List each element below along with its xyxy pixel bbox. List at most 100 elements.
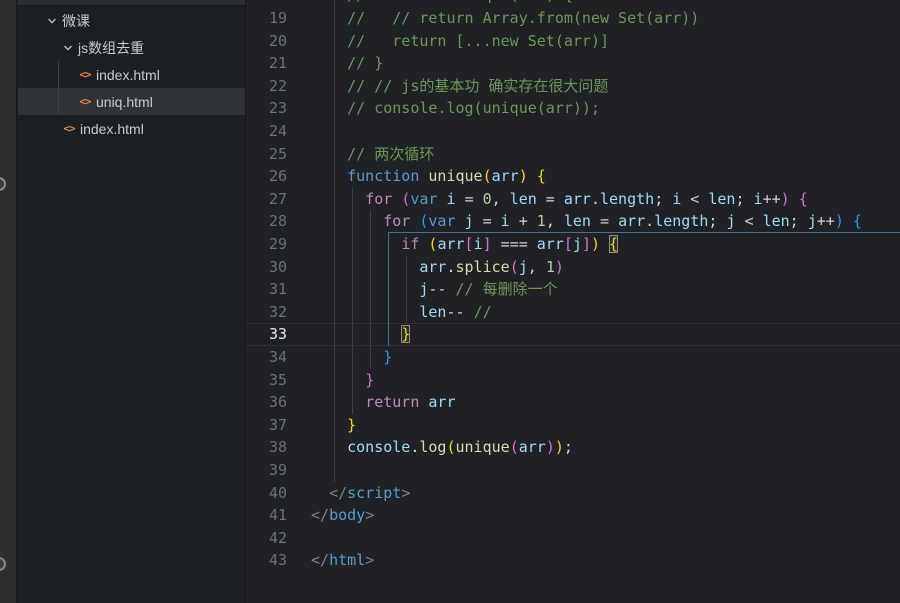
line-number: 40: [268, 483, 287, 502]
tree-folder-微课[interactable]: 微课: [18, 7, 245, 34]
tree-indent-guide: [58, 61, 59, 115]
vscode-window: 微课 js数组去重 <> index.html <> uniq.html <> index.h…: [0, 0, 900, 603]
code-line-19[interactable]: 19 // // return Array.from(new Set(arr)): [246, 7, 900, 30]
line-number: 21: [268, 54, 287, 73]
line-number: 33: [268, 325, 287, 344]
chevron-down-icon: [60, 43, 76, 53]
code-line-34[interactable]: 34 }: [246, 346, 900, 369]
settings-partial-icon[interactable]: [0, 557, 6, 571]
code-line-36[interactable]: 36 return arr: [246, 391, 900, 414]
code-line-32[interactable]: 32 len-- //: [246, 301, 900, 324]
code-text: </script>: [329, 483, 411, 502]
line-number: 30: [268, 257, 287, 276]
code-line-41[interactable]: 41 </body>: [246, 504, 900, 527]
code-text: </body>: [311, 506, 375, 525]
tree-file-index.html[interactable]: <> index.html: [18, 115, 245, 142]
code-line-42[interactable]: 42: [246, 527, 900, 550]
account-partial-icon[interactable]: [0, 177, 6, 191]
indent-guide: [334, 0, 336, 482]
line-number: 31: [268, 280, 287, 299]
matched-bracket: {: [609, 235, 619, 253]
tree-item-label: index.html: [80, 120, 144, 137]
line-number: 23: [268, 99, 287, 118]
code-text: }: [311, 323, 411, 346]
line-number: 32: [268, 302, 287, 321]
code-text: for (var j = i + 1, len = arr.length; j …: [383, 212, 862, 231]
chevron-down-icon: [44, 16, 60, 26]
code-line-25[interactable]: 25 // 两次循环: [246, 143, 900, 166]
tree-item-label: js数组去重: [78, 39, 145, 56]
code-line-33[interactable]: 33 }: [246, 323, 900, 346]
line-number: 36: [268, 393, 287, 412]
active-bracket-guide-horizontal: [388, 232, 900, 233]
code-line-29[interactable]: 29 if (arr[i] === arr[j]) {: [246, 233, 900, 256]
matched-bracket: }: [401, 325, 411, 344]
tree-item-label: 微课: [62, 12, 90, 29]
line-number: 25: [268, 144, 287, 163]
tree-item-label: uniq.html: [96, 93, 153, 110]
code-line-43[interactable]: 43 </html>: [246, 549, 900, 572]
html-file-icon: <>: [79, 68, 91, 81]
active-bracket-guide: [388, 233, 390, 346]
html-file-icon: <>: [63, 122, 75, 135]
code-line-26[interactable]: 26 function unique(arr) {: [246, 165, 900, 188]
code-text: function unique(arr) {: [347, 167, 546, 186]
code-text: // console.log(unique(arr));: [311, 99, 600, 118]
code-text: for (var i = 0, len = arr.length; i < le…: [365, 189, 808, 208]
indent-guide: [406, 255, 408, 324]
code-line-24[interactable]: 24: [246, 120, 900, 143]
code-text: // // return Array.from(new Set(arr)): [311, 9, 700, 27]
activity-bar: [0, 0, 17, 603]
code-text: }: [365, 370, 375, 389]
line-number: 37: [268, 415, 287, 434]
code-line-39[interactable]: 39: [246, 459, 900, 482]
code-text: // return [...new Set(arr)]: [311, 31, 610, 50]
code-text: arr.splice(j, 1): [419, 257, 564, 276]
tree-file-uniq.html[interactable]: <> uniq.html: [18, 88, 245, 115]
code-line-37[interactable]: 37 }: [246, 414, 900, 437]
code-line-23[interactable]: 23 // console.log(unique(arr));: [246, 97, 900, 120]
line-number: 28: [268, 212, 287, 231]
line-number: 41: [268, 506, 287, 525]
code-text: console.log(unique(arr));: [347, 438, 573, 457]
code-line-40[interactable]: 40 </script>: [246, 482, 900, 505]
code-line-21[interactable]: 21 // }: [246, 52, 900, 75]
tree-file-index.html[interactable]: <> index.html: [18, 61, 245, 88]
code-text: len-- //: [419, 302, 492, 321]
line-number: 39: [268, 461, 287, 479]
line-number: 20: [268, 31, 287, 50]
line-number: 29: [268, 235, 287, 253]
line-number: 22: [268, 76, 287, 95]
code-text: // 两次循环: [311, 144, 435, 163]
code-text: j-- // 每删除一个: [419, 280, 558, 299]
code-line-35[interactable]: 35 }: [246, 369, 900, 392]
indent-guide: [352, 187, 354, 414]
code-line-22[interactable]: 22 // // js的基本功 确实存在很大问题: [246, 75, 900, 98]
code-text: // // js的基本功 确实存在很大问题: [311, 76, 609, 95]
line-number: 19: [268, 9, 287, 27]
sidebar-partial-header-row: [18, 0, 245, 6]
file-tree: 微课 js数组去重 <> index.html <> uniq.html <> index.h…: [18, 7, 245, 142]
line-number: 34: [268, 348, 287, 366]
line-number: 42: [268, 528, 287, 547]
tree-folder-js数组去重[interactable]: js数组去重: [18, 34, 245, 61]
code-text: // }: [311, 54, 384, 73]
indent-guide: [370, 210, 372, 369]
line-number: 35: [268, 370, 287, 389]
line-number: 43: [268, 551, 287, 570]
code-line-31[interactable]: 31 j-- // 每删除一个: [246, 278, 900, 301]
line-number: 38: [268, 438, 287, 457]
code-line-38[interactable]: 38 console.log(unique(arr));: [246, 436, 900, 459]
line-number: 24: [268, 122, 287, 140]
code-text: if (arr[i] === arr[j]) {: [401, 235, 619, 253]
line-number: 27: [268, 189, 287, 208]
line-number: 26: [268, 167, 287, 186]
code-line-27[interactable]: 27 for (var i = 0, len = arr.length; i <…: [246, 188, 900, 211]
code-line-30[interactable]: 30 arr.splice(j, 1): [246, 256, 900, 279]
tree-item-label: index.html: [96, 66, 160, 83]
code-text: return arr: [365, 393, 456, 412]
code-line-20[interactable]: 20 // return [...new Set(arr)]: [246, 30, 900, 53]
code-editor[interactable]: 18 // function unique(arr) {19 // // ret…: [246, 0, 900, 603]
html-file-icon: <>: [79, 95, 91, 108]
code-line-28[interactable]: 28 for (var j = i + 1, len = arr.length;…: [246, 210, 900, 233]
